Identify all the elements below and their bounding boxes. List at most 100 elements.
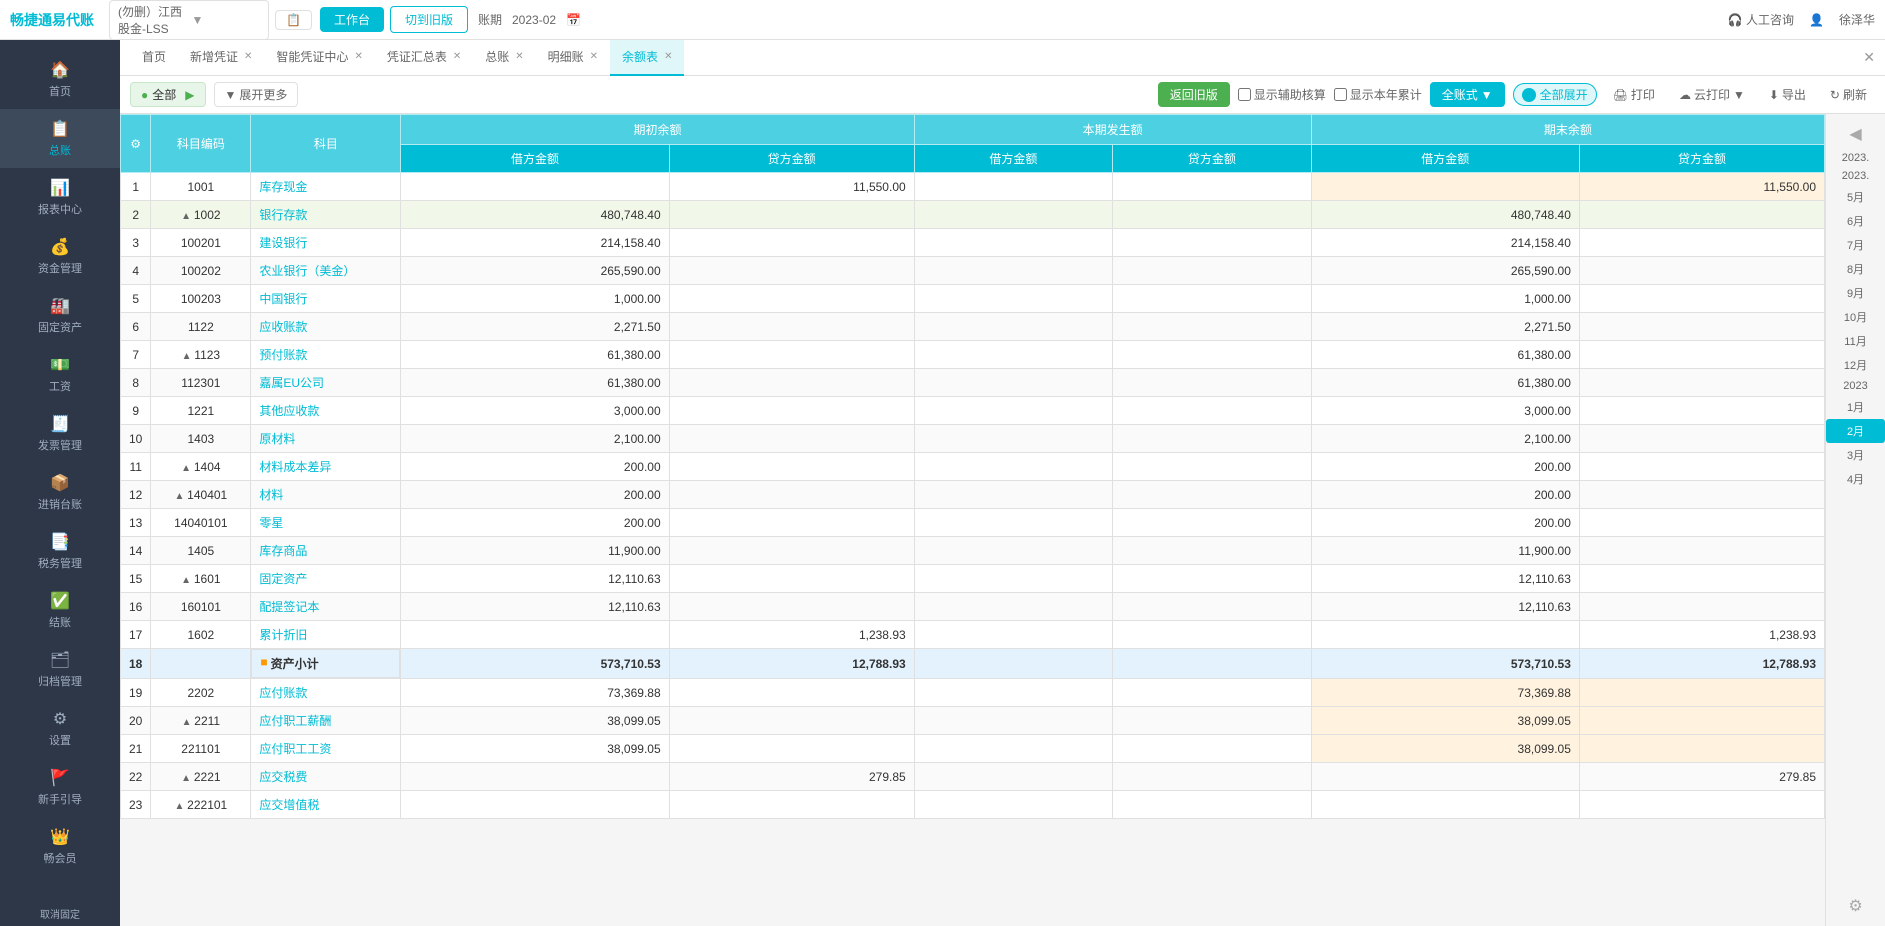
row-name[interactable]: 应付职工工资 [251, 735, 401, 763]
row-value [1579, 313, 1824, 341]
auxiliary-checkbox-input[interactable] [1238, 88, 1251, 101]
sidebar-item-close[interactable]: ✅ 结账 [0, 581, 120, 640]
month-7[interactable]: 7月 [1826, 233, 1885, 257]
month-5[interactable]: 5月 [1826, 185, 1885, 209]
sidebar-item-tax[interactable]: 📑 税务管理 [0, 522, 120, 581]
row-number: 23 [121, 791, 151, 819]
tab-new-voucher[interactable]: 新增凭证 ✕ [178, 40, 264, 76]
expand-arrow[interactable]: ▲ [182, 351, 195, 362]
expand-arrow[interactable]: ▲ [182, 717, 195, 728]
expand-all-toggle[interactable]: 全部展开 [1513, 83, 1597, 106]
expand-arrow[interactable]: ▲ [181, 463, 194, 474]
tab-detail-ledger[interactable]: 明细账 ✕ [536, 40, 610, 76]
ytd-checkbox-input[interactable] [1334, 88, 1347, 101]
sidebar-item-settings[interactable]: ⚙ 设置 [0, 699, 120, 758]
row-name[interactable]: 应付账款 [251, 679, 401, 707]
row-name[interactable]: 银行存款 [251, 201, 401, 229]
row-name[interactable]: 农业银行（美金） [251, 257, 401, 285]
row-name[interactable]: 中国银行 [251, 285, 401, 313]
expand-arrow[interactable]: ▲ [181, 773, 194, 784]
row-name[interactable]: 应交增值税 [251, 791, 401, 819]
sidebar-item-reports[interactable]: 📊 报表中心 [0, 168, 120, 227]
sidebar-item-member[interactable]: 👑 畅会员 [0, 817, 120, 876]
row-name[interactable]: 原材料 [251, 425, 401, 453]
panel-settings-icon[interactable]: ⚙ [1843, 891, 1867, 921]
tab-home[interactable]: 首页 [130, 40, 178, 76]
sidebar-item-sales[interactable]: 📦 进销台账 [0, 463, 120, 522]
row-value [401, 791, 669, 819]
month-4[interactable]: 4月 [1826, 467, 1885, 491]
tab-bar-close-all[interactable]: ✕ [1863, 49, 1875, 66]
settings-col-header[interactable]: ⚙ [121, 115, 151, 173]
switch-old-button[interactable]: 切到旧版 [390, 6, 468, 33]
tab-close-detail-ledger[interactable]: ✕ [590, 51, 598, 62]
tab-close-general-ledger[interactable]: ✕ [515, 51, 523, 62]
tab-smart-voucher[interactable]: 智能凭证中心 ✕ [264, 40, 374, 76]
expand-arrow[interactable]: ▲ [174, 491, 187, 502]
sidebar-item-assets[interactable]: 🏭 固定资产 [0, 286, 120, 345]
sidebar-item-home[interactable]: 🏠 首页 [0, 50, 120, 109]
panel-toggle[interactable]: ◀ [1844, 119, 1866, 149]
sidebar-item-funds[interactable]: 💰 资金管理 [0, 227, 120, 286]
month-8[interactable]: 8月 [1826, 257, 1885, 281]
sidebar-item-guide[interactable]: 🚩 新手引导 [0, 758, 120, 817]
month-10[interactable]: 10月 [1826, 305, 1885, 329]
user-avatar[interactable]: 👤 [1809, 13, 1824, 27]
row-name[interactable]: 材料 [251, 481, 401, 509]
sidebar-item-payroll[interactable]: 💵 工资 [0, 345, 120, 404]
tab-close-new-voucher[interactable]: ✕ [244, 51, 252, 62]
row-name[interactable]: 嘉属EU公司 [251, 369, 401, 397]
month-3[interactable]: 3月 [1826, 443, 1885, 467]
show-auxiliary-checkbox[interactable]: 显示辅助核算 [1238, 86, 1326, 103]
tab-close-smart-voucher[interactable]: ✕ [354, 51, 362, 62]
refresh-button[interactable]: ↻ 刷新 [1822, 83, 1875, 106]
expand-more-button[interactable]: ▼ 展开更多 [214, 82, 299, 107]
row-name[interactable]: 材料成本差异 [251, 453, 401, 481]
row-value [1579, 201, 1824, 229]
row-name[interactable]: 预付账款 [251, 341, 401, 369]
tab-balance[interactable]: 余额表 ✕ [610, 40, 684, 76]
workbench-button[interactable]: 工作台 [320, 7, 384, 32]
copy-button[interactable]: 📋 [275, 10, 312, 30]
month-6[interactable]: 6月 [1826, 209, 1885, 233]
cloud-print-button[interactable]: ☁ 云打印 ▼ [1671, 83, 1753, 106]
row-name[interactable]: 应交税费 [251, 763, 401, 791]
export-button[interactable]: ⬇ 导出 [1761, 83, 1814, 106]
row-name[interactable]: 建设银行 [251, 229, 401, 257]
back-old-version-button[interactable]: 返回旧版 [1158, 82, 1230, 107]
human-consult[interactable]: 🎧 人工咨询 [1728, 11, 1794, 28]
tab-close-voucher-summary[interactable]: ✕ [453, 51, 461, 62]
row-name[interactable]: 其他应收款 [251, 397, 401, 425]
row-name[interactable]: 累计折旧 [251, 621, 401, 649]
row-name[interactable]: 配提签记本 [251, 593, 401, 621]
show-ytd-checkbox[interactable]: 显示本年累计 [1334, 86, 1422, 103]
expand-arrow[interactable]: ▲ [181, 575, 194, 586]
calendar-icon[interactable]: 📅 [566, 13, 581, 27]
unpin-button[interactable]: 取消固定 [0, 901, 120, 926]
month-2[interactable]: 2月 [1826, 419, 1885, 443]
company-selector[interactable]: (勿删）江西股金-LSS ▼ [109, 0, 269, 40]
expand-arrow[interactable]: ▲ [181, 211, 194, 222]
tab-voucher-summary[interactable]: 凭证汇总表 ✕ [375, 40, 473, 76]
sidebar-item-invoice[interactable]: 🧾 发票管理 [0, 404, 120, 463]
print-button[interactable]: 🖨 打印 [1605, 83, 1663, 106]
row-name[interactable]: 库存商品 [251, 537, 401, 565]
tab-close-balance[interactable]: ✕ [664, 51, 672, 62]
row-name[interactable]: 库存现金 [251, 173, 401, 201]
expand-arrow[interactable]: ▲ [174, 801, 187, 812]
filter-all-button[interactable]: ● 全部 ▶ [130, 82, 206, 107]
row-name[interactable]: 固定资产 [251, 565, 401, 593]
tab-general-ledger[interactable]: 总账 ✕ [473, 40, 535, 76]
sidebar-item-archive[interactable]: 🗂 归档管理 [0, 640, 120, 699]
row-name[interactable]: ■资产小计 [251, 649, 400, 678]
row-name[interactable]: 应收账款 [251, 313, 401, 341]
row-value [669, 369, 914, 397]
style-button[interactable]: 全账式 ▼ [1430, 82, 1505, 107]
row-name[interactable]: 零星 [251, 509, 401, 537]
month-11[interactable]: 11月 [1826, 329, 1885, 353]
month-1[interactable]: 1月 [1826, 395, 1885, 419]
sidebar-item-ledger[interactable]: 📋 总账 [0, 109, 120, 168]
row-name[interactable]: 应付职工薪酬 [251, 707, 401, 735]
month-9[interactable]: 9月 [1826, 281, 1885, 305]
month-12[interactable]: 12月 [1826, 353, 1885, 377]
